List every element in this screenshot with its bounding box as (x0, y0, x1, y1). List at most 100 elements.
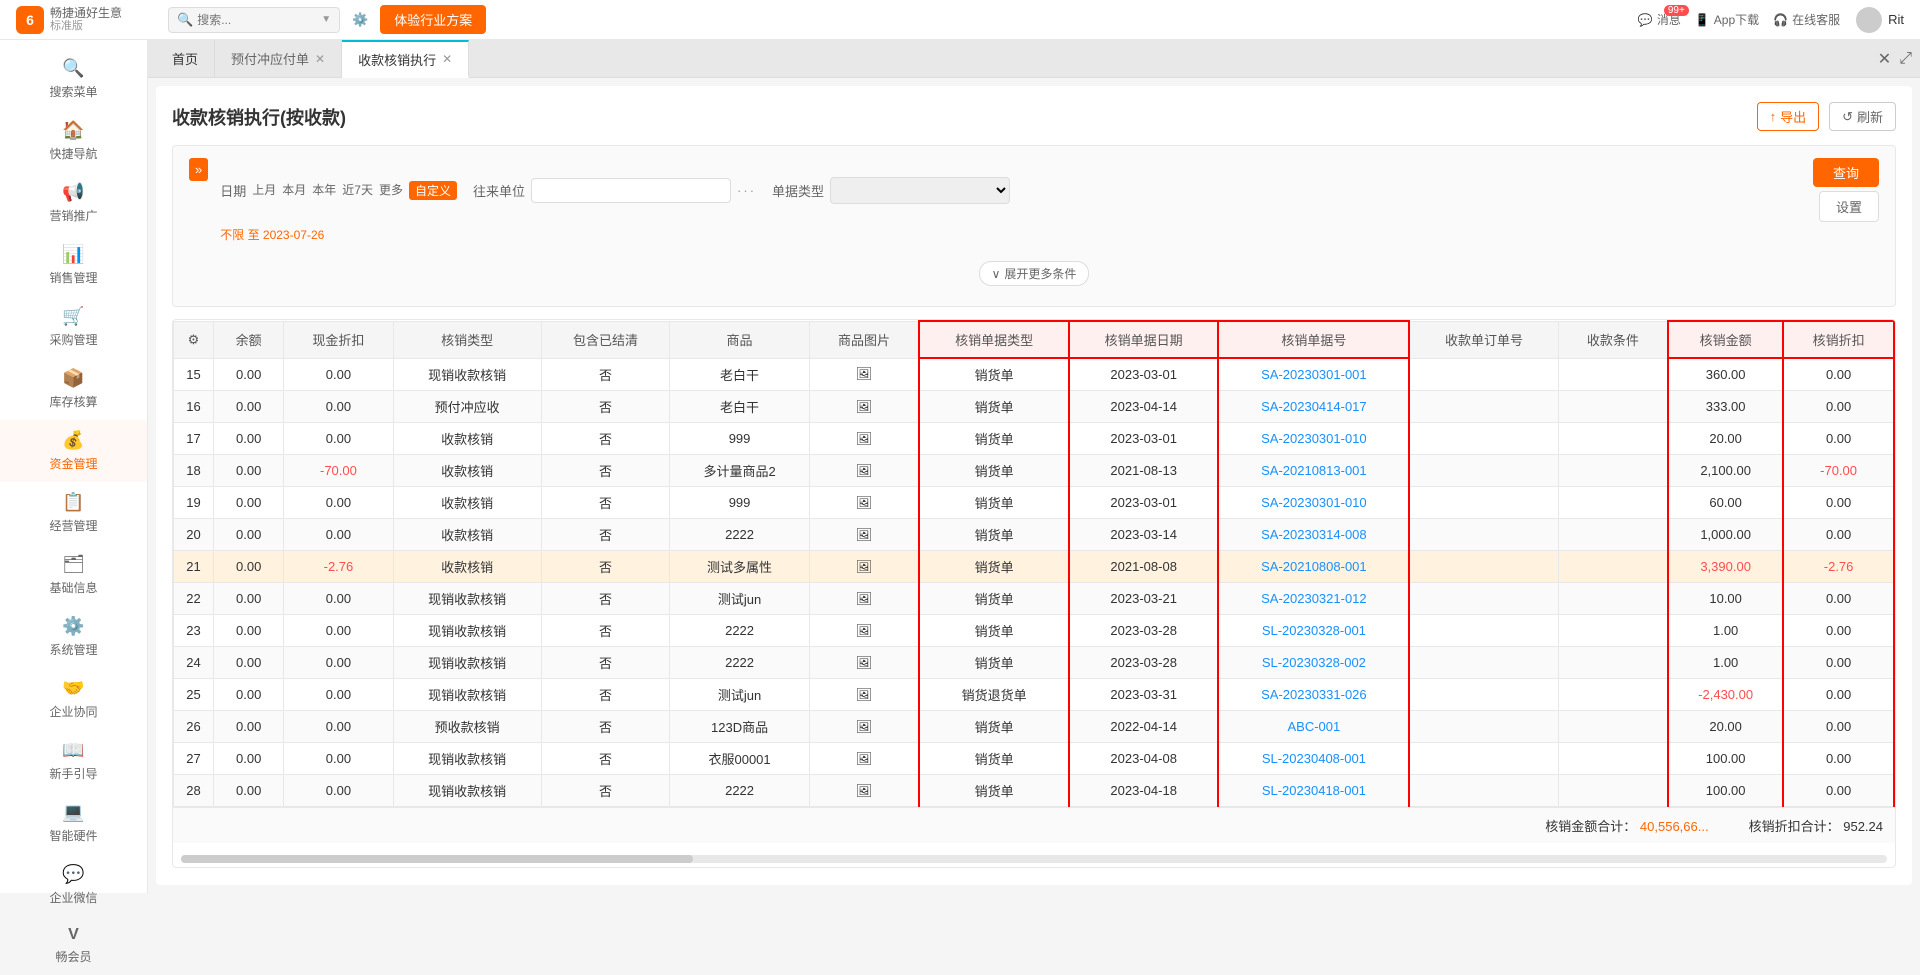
sidebar-item-guide[interactable]: 📖 新手引导 (0, 730, 147, 792)
table-cell[interactable]: SA-20230314-008 (1218, 519, 1409, 551)
table-cell[interactable]: SA-20230414-017 (1218, 391, 1409, 423)
tab-receipt[interactable]: 收款核销执行 ✕ (342, 40, 469, 78)
table-cell: 否 (541, 423, 670, 455)
table-cell: 0.00 (1783, 647, 1894, 679)
expand-more-button[interactable]: ∨ 展开更多条件 (979, 261, 1090, 286)
customer-input[interactable] (531, 178, 731, 203)
search-icon: 🔍 (177, 12, 193, 28)
table-cell: 0.00 (214, 711, 284, 743)
tab-prepay[interactable]: 预付冲应付单 ✕ (215, 40, 342, 78)
table-cell: 2222 (670, 615, 809, 647)
table-cell: 收款核销 (393, 455, 541, 487)
table-cell[interactable]: SA-20230321-012 (1218, 583, 1409, 615)
online-service-label: 在线客服 (1792, 11, 1840, 28)
table-cell[interactable]: SA-20210813-001 (1218, 455, 1409, 487)
sidebar-item-member[interactable]: V 畅会员 (0, 916, 147, 975)
table-cell: 1.00 (1668, 615, 1783, 647)
sidebar-item-finance[interactable]: 💰 资金管理 (0, 420, 147, 482)
footer-discount-total: 核销折扣合计： 952.24 (1749, 816, 1883, 835)
table-cell (1409, 551, 1558, 583)
sidebar-item-base[interactable]: 🗂 基础信息 (0, 544, 147, 606)
sidebar-item-wechat[interactable]: 💬 企业微信 (0, 854, 147, 916)
sidebar-item-corp[interactable]: 🤝 企业协同 (0, 668, 147, 730)
app-download-button[interactable]: 📱 App下载 (1695, 11, 1759, 28)
table-cell: -2,430.00 (1668, 679, 1783, 711)
table-cell: 10.00 (1668, 583, 1783, 615)
tab-receipt-close[interactable]: ✕ (442, 52, 452, 66)
table-row: 180.00-70.00收款核销否多计量商品2🖼销货单2021-08-13SA-… (174, 455, 1895, 487)
online-service-button[interactable]: 🎧 在线客服 (1773, 11, 1840, 28)
table-cell[interactable]: SA-20230301-010 (1218, 487, 1409, 519)
table-cell[interactable]: SA-20230331-026 (1218, 679, 1409, 711)
close-tab-button[interactable]: ✕ (1878, 49, 1891, 69)
table-cell[interactable]: SA-20230301-001 (1218, 358, 1409, 391)
expand-more-row: ∨ 展开更多条件 (189, 253, 1879, 294)
th-write-off-amount: 核销金额 (1668, 321, 1783, 358)
sidebar-item-search[interactable]: 🔍 搜索菜单 (0, 48, 147, 110)
user-profile[interactable]: Rit (1856, 7, 1904, 33)
table-cell[interactable]: SL-20230408-001 (1218, 743, 1409, 775)
app-layout: 🔍 搜索菜单 🏠 快捷导航 📢 营销推广 📊 销售管理 🛒 采购管理 📦 库存核… (0, 40, 1920, 893)
table-row: 190.000.00收款核销否999🖼销货单2023-03-01SA-20230… (174, 487, 1895, 519)
sidebar-item-sales[interactable]: 📊 销售管理 (0, 234, 147, 296)
query-button[interactable]: 查询 (1813, 158, 1879, 187)
date-this-year[interactable]: 本年 (312, 181, 336, 200)
table-cell: 0.00 (284, 775, 393, 807)
date-last-month[interactable]: 上月 (252, 181, 276, 200)
horizontal-scrollbar[interactable] (181, 855, 1887, 863)
tab-home[interactable]: 首页 (156, 40, 215, 78)
table-cell[interactable]: SL-20230328-001 (1218, 615, 1409, 647)
filter-collapse-btn[interactable]: » (189, 158, 208, 181)
date-more[interactable]: 更多 (379, 181, 403, 200)
gear-settings-icon[interactable]: ⚙️ (352, 12, 368, 28)
tab-prepay-close[interactable]: ✕ (315, 52, 325, 66)
date-7days[interactable]: 近7天 (342, 181, 373, 200)
date-this-month[interactable]: 本月 (282, 181, 306, 200)
sidebar-item-nav[interactable]: 🏠 快捷导航 (0, 110, 147, 172)
table-cell: 0.00 (214, 423, 284, 455)
message-button[interactable]: 💬 消息 99+ (1638, 11, 1681, 28)
search-menu-icon: 🔍 (62, 58, 84, 79)
table-cell[interactable]: ABC-001 (1218, 711, 1409, 743)
table-cell: 否 (541, 583, 670, 615)
export-icon: ↑ (1770, 109, 1777, 124)
table-cell[interactable]: SL-20230418-001 (1218, 775, 1409, 807)
sidebar-item-purchase[interactable]: 🛒 采购管理 (0, 296, 147, 358)
settings-button[interactable]: 设置 (1819, 191, 1879, 222)
refresh-button[interactable]: ↺ 刷新 (1829, 102, 1896, 131)
maximize-button[interactable]: ⤢ (1899, 49, 1912, 69)
app-download-icon: 📱 (1695, 13, 1710, 27)
table-cell[interactable]: SA-20230301-010 (1218, 423, 1409, 455)
table-cell: 🖼 (809, 487, 919, 519)
table-row: 170.000.00收款核销否999🖼销货单2023-03-01SA-20230… (174, 423, 1895, 455)
sidebar-item-hardware[interactable]: 💻 智能硬件 (0, 792, 147, 854)
date-links: 上月 本月 本年 近7天 更多 自定义 (252, 181, 457, 200)
th-settings[interactable]: ⚙ (174, 321, 214, 358)
table-cell: 999 (670, 487, 809, 519)
table-cell: 衣服00001 (670, 743, 809, 775)
base-icon: 🗂 (62, 554, 85, 575)
export-button[interactable]: ↑ 导出 (1757, 102, 1820, 131)
table-cell: 多计量商品2 (670, 455, 809, 487)
doc-type-select[interactable] (830, 177, 1010, 204)
table-cell: 🖼 (809, 519, 919, 551)
customer-filter: 往来单位 ··· (473, 178, 756, 203)
table-cell: 否 (541, 551, 670, 583)
sidebar-item-manage[interactable]: 📋 经营管理 (0, 482, 147, 544)
nav-search[interactable]: 🔍 ▼ (168, 7, 340, 33)
table-row: 270.000.00现销收款核销否衣服00001🖼销货单2023-04-08SL… (174, 743, 1895, 775)
sidebar-item-inventory[interactable]: 📦 库存核算 (0, 358, 147, 420)
scroll-thumb[interactable] (181, 855, 693, 863)
scroll-bar-area[interactable] (173, 843, 1895, 867)
nav-search-input[interactable] (197, 13, 317, 27)
header-row: ⚙ 余额 现金折扣 核销类型 包含已结清 商品 商品图片 核销单据类型 核销单据… (174, 321, 1895, 358)
date-custom[interactable]: 自定义 (409, 181, 457, 200)
table-cell: 否 (541, 775, 670, 807)
solution-button[interactable]: 体验行业方案 (380, 5, 486, 34)
table-cell[interactable]: SA-20210808-001 (1218, 551, 1409, 583)
sidebar-item-system[interactable]: ⚙️ 系统管理 (0, 606, 147, 668)
sidebar-label-corp: 企业协同 (49, 703, 97, 720)
table-cell: 2023-03-28 (1069, 647, 1219, 679)
sidebar-item-marketing[interactable]: 📢 营销推广 (0, 172, 147, 234)
table-cell[interactable]: SL-20230328-002 (1218, 647, 1409, 679)
